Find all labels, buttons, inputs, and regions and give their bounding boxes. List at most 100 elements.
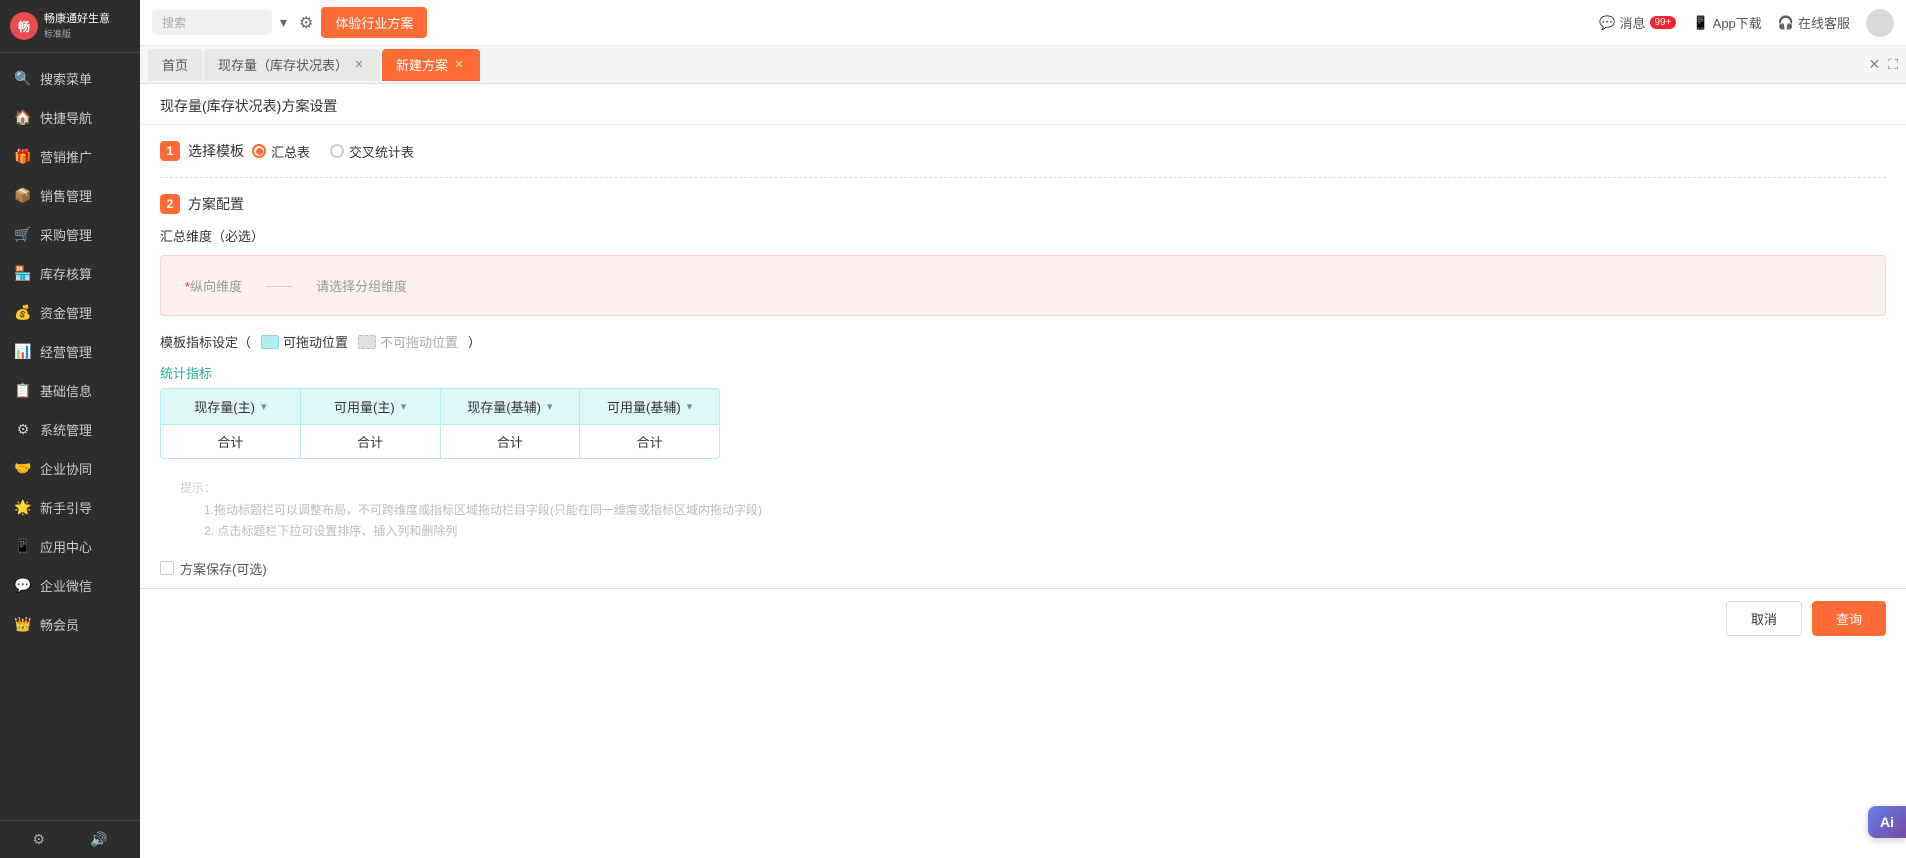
tab-inventory-status-label: 现存量（库存状况表）: [218, 55, 348, 74]
sidebar-item-basic-info[interactable]: 📋 基础信息: [0, 371, 140, 410]
col-header-2[interactable]: 现存量(基辅) ▾: [441, 389, 581, 424]
audio-icon[interactable]: 🔊: [90, 831, 107, 848]
bottom-bar: 取消 查询: [140, 588, 1906, 648]
sidebar-item-sales[interactable]: 📦 销售管理: [0, 176, 140, 215]
query-button[interactable]: 查询: [1812, 601, 1886, 636]
sidebar-item-finance[interactable]: 💰 资金管理: [0, 293, 140, 332]
nav-icon-basic-info: 📋: [14, 382, 32, 400]
online-service-item[interactable]: 🎧 在线客服: [1778, 13, 1850, 32]
tab-new-plan-close-icon[interactable]: ✕: [452, 58, 466, 72]
tab-home-label: 首页: [162, 55, 188, 74]
dimension-box[interactable]: *纵向维度 —— 请选择分组维度: [160, 255, 1886, 316]
save-option-row: 方案保存(可选): [160, 559, 1886, 578]
topbar-left: 搜索 ▾ ⚙ 体验行业方案: [152, 7, 1591, 38]
sidebar-item-search[interactable]: 🔍 搜索菜单: [0, 59, 140, 98]
step2-label: 方案配置: [188, 194, 244, 214]
stats-table-header: 现存量(主) ▾ 可用量(主) ▾ 现存量(基辅) ▾ 可用量(基辅) ▾: [161, 389, 719, 424]
cell-0-0: 合计: [161, 425, 301, 458]
message-icon: 💬: [1599, 15, 1615, 31]
sidebar-item-app-center[interactable]: 📱 应用中心: [0, 527, 140, 566]
nav-icon-enterprise-wechat: 💬: [14, 577, 32, 595]
cancel-button[interactable]: 取消: [1726, 601, 1802, 636]
col-label-1: 可用量(主): [334, 397, 395, 416]
sidebar-item-member[interactable]: 👑 畅会员: [0, 605, 140, 644]
sidebar: 畅 畅康通好生意 标准版 🔍 搜索菜单 🏠 快捷导航 🎁 营销推广 📦 销售管理…: [0, 0, 140, 858]
radio-summary[interactable]: 汇总表: [252, 142, 310, 161]
app-download-item[interactable]: 📱 App下载: [1692, 13, 1761, 32]
tab-home[interactable]: 首页: [148, 49, 202, 81]
sidebar-item-marketing[interactable]: 🎁 营销推广: [0, 137, 140, 176]
save-checkbox[interactable]: [160, 561, 174, 575]
search-bar[interactable]: 搜索: [152, 10, 272, 35]
chevron-icon-2: ▾: [547, 400, 553, 413]
chevron-icon-3: ▾: [687, 400, 693, 413]
sidebar-item-inventory[interactable]: 🏪 库存核算: [0, 254, 140, 293]
sidebar-item-purchase[interactable]: 🛒 采购管理: [0, 215, 140, 254]
tip-1: 1.拖动标题栏可以调整布局，不可跨维度或指标区域拖动栏目字段(只能在同一维度或指…: [180, 500, 1866, 522]
col-header-1[interactable]: 可用量(主) ▾: [301, 389, 441, 424]
tab-new-plan-label: 新建方案: [396, 55, 448, 74]
dropdown-button[interactable]: ▾: [280, 14, 287, 31]
panel-title: 现存量(库存状况表)方案设置: [160, 98, 337, 114]
sidebar-item-quick-nav[interactable]: 🏠 快捷导航: [0, 98, 140, 137]
topbar: 搜索 ▾ ⚙ 体验行业方案 💬 消息 99+ 📱 App下载 🎧 在线客服: [140, 0, 1906, 46]
headphone-icon: 🎧: [1778, 15, 1794, 31]
sidebar-item-enterprise[interactable]: 🤝 企业协同: [0, 449, 140, 488]
trial-button[interactable]: 体验行业方案: [321, 7, 427, 38]
sidebar-item-business[interactable]: 📊 经营管理: [0, 332, 140, 371]
sidebar-item-system[interactable]: ⚙ 系统管理: [0, 410, 140, 449]
window-controls: ✕ ⛶: [1868, 56, 1898, 73]
ai-assistant-button[interactable]: Ai: [1868, 806, 1906, 838]
tab-inventory-status[interactable]: 现存量（库存状况表） ✕: [204, 49, 380, 81]
logo-text-block: 畅康通好生意 标准版: [44, 12, 110, 39]
close-panel-button[interactable]: ✕: [1868, 56, 1880, 73]
tab-inventory-close-icon[interactable]: ✕: [352, 58, 366, 72]
sidebar-item-new-user[interactable]: 🌟 新手引导: [0, 488, 140, 527]
col-header-3[interactable]: 可用量(基辅) ▾: [580, 389, 719, 424]
message-badge: 99+: [1650, 16, 1677, 29]
radio-summary-circle: [252, 144, 266, 158]
stats-section-label: 统计指标: [160, 363, 1886, 382]
sidebar-item-enterprise-wechat[interactable]: 💬 企业微信: [0, 566, 140, 605]
nav-label-enterprise-wechat: 企业微信: [40, 576, 92, 595]
sidebar-footer: ⚙ 🔊: [0, 820, 140, 858]
movable-label: 可拖动位置: [283, 332, 348, 351]
chevron-icon-0: ▾: [261, 400, 267, 413]
step2-badge: 2: [160, 194, 180, 214]
dimension-placeholder: *纵向维度 —— 请选择分组维度: [185, 276, 1861, 295]
col-label-3: 可用量(基辅): [607, 397, 681, 416]
col-label-0: 现存量(主): [194, 397, 255, 416]
step1-section: 1 选择模板 汇总表 交叉统计表: [160, 141, 1886, 161]
message-item[interactable]: 💬 消息 99+: [1599, 13, 1676, 32]
nav-icon-enterprise: 🤝: [14, 460, 32, 478]
nav-icon-app-center: 📱: [14, 538, 32, 556]
cell-0-1: 合计: [301, 425, 441, 458]
col-header-0[interactable]: 现存量(主) ▾: [161, 389, 301, 424]
radio-cross[interactable]: 交叉统计表: [330, 142, 414, 161]
gear-button[interactable]: ⚙: [299, 13, 313, 33]
indicator-settings-label: 模板指标设定（: [160, 332, 251, 351]
tab-new-plan[interactable]: 新建方案 ✕: [382, 49, 480, 81]
non-movable-label: 不可拖动位置: [380, 332, 458, 351]
nav-icon-purchase: 🛒: [14, 226, 32, 244]
nav-label-member: 畅会员: [40, 615, 79, 634]
main-area: 搜索 ▾ ⚙ 体验行业方案 💬 消息 99+ 📱 App下载 🎧 在线客服: [140, 0, 1906, 858]
nav-label-new-user: 新手引导: [40, 498, 92, 517]
nav-icon-search: 🔍: [14, 70, 32, 88]
tip-title: 提示：: [180, 481, 216, 495]
user-avatar[interactable]: [1866, 9, 1894, 37]
nav-icon-quick-nav: 🏠: [14, 109, 32, 127]
nav-icon-member: 👑: [14, 616, 32, 634]
app-download-icon: 📱: [1692, 15, 1708, 31]
logo-icon: 畅: [10, 12, 38, 40]
content-area: 现存量(库存状况表)方案设置 1 选择模板 汇总表 交叉统计表: [140, 84, 1906, 858]
tips-section: 提示： 1.拖动标题栏可以调整布局，不可跨维度或指标区域拖动栏目字段(只能在同一…: [180, 478, 1866, 543]
movable-box: [261, 335, 279, 349]
nav-label-basic-info: 基础信息: [40, 381, 92, 400]
nav-icon-inventory: 🏪: [14, 265, 32, 283]
cell-0-2: 合计: [441, 425, 581, 458]
nav-label-sales: 销售管理: [40, 186, 92, 205]
expand-panel-button[interactable]: ⛶: [1888, 56, 1898, 73]
settings-icon[interactable]: ⚙: [33, 831, 46, 848]
step1-badge: 1: [160, 141, 180, 161]
